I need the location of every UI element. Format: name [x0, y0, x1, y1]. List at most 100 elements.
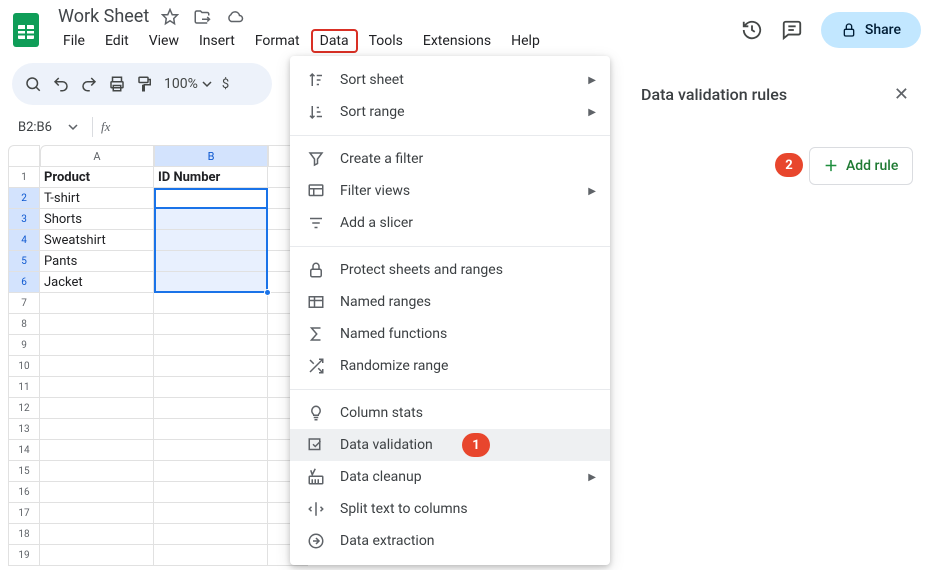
row-header[interactable]: 11 [8, 377, 40, 398]
cell[interactable] [154, 230, 268, 251]
cell[interactable] [154, 188, 268, 209]
menu-create-filter[interactable]: Create a filter [290, 143, 610, 175]
cell[interactable] [154, 524, 268, 545]
cell[interactable] [40, 293, 154, 314]
row-header[interactable]: 15 [8, 461, 40, 482]
menu-view[interactable]: View [140, 29, 188, 53]
cell[interactable] [40, 503, 154, 524]
row-header[interactable]: 5 [8, 251, 40, 272]
menu-help[interactable]: Help [502, 29, 549, 53]
share-button[interactable]: Share [821, 12, 921, 48]
cell[interactable] [154, 272, 268, 293]
menu-data-extraction[interactable]: Data extraction [290, 525, 610, 557]
menu-sort-range[interactable]: Sort range ▶ [290, 96, 610, 128]
close-icon[interactable]: ✕ [894, 84, 909, 105]
cell[interactable] [154, 377, 268, 398]
cell[interactable]: Sweatshirt [40, 230, 154, 251]
cell[interactable] [154, 314, 268, 335]
cell[interactable] [154, 293, 268, 314]
row-header[interactable]: 6 [8, 272, 40, 293]
menu-randomize[interactable]: Randomize range [290, 350, 610, 382]
move-icon[interactable] [193, 8, 211, 26]
col-header-a[interactable]: A [40, 145, 154, 167]
menu-named-ranges[interactable]: Named ranges [290, 286, 610, 318]
cell[interactable]: Product [40, 167, 154, 188]
menu-data-validation[interactable]: Data validation 1 [290, 429, 610, 461]
cell[interactable] [40, 482, 154, 503]
cell[interactable] [40, 419, 154, 440]
row-header[interactable]: 1 [8, 167, 40, 188]
cell[interactable]: Pants [40, 251, 154, 272]
cell[interactable]: Shorts [40, 209, 154, 230]
col-header-b[interactable]: B [154, 145, 268, 167]
cell[interactable] [40, 398, 154, 419]
cell[interactable] [40, 314, 154, 335]
cell[interactable] [40, 524, 154, 545]
cell[interactable] [154, 461, 268, 482]
menu-insert[interactable]: Insert [190, 29, 244, 53]
row-header[interactable]: 16 [8, 482, 40, 503]
menu-data[interactable]: Data [311, 29, 358, 53]
row-header[interactable]: 17 [8, 503, 40, 524]
paint-format-icon[interactable] [136, 75, 154, 93]
doc-title[interactable]: Work Sheet [58, 6, 149, 27]
row-header[interactable]: 7 [8, 293, 40, 314]
add-rule-button[interactable]: ＋ Add rule [809, 147, 913, 185]
menu-column-stats[interactable]: Column stats [290, 397, 610, 429]
cell[interactable]: Jacket [40, 272, 154, 293]
cell[interactable] [154, 440, 268, 461]
menu-named-functions[interactable]: Named functions [290, 318, 610, 350]
history-icon[interactable] [741, 19, 763, 41]
menu-tools[interactable]: Tools [360, 29, 412, 53]
row-header[interactable]: 18 [8, 524, 40, 545]
row-header[interactable]: 8 [8, 314, 40, 335]
redo-icon[interactable] [80, 75, 98, 93]
star-icon[interactable] [161, 8, 179, 26]
cell[interactable] [154, 398, 268, 419]
row-header[interactable]: 9 [8, 335, 40, 356]
cell[interactable]: T-shirt [40, 188, 154, 209]
row-header[interactable]: 2 [8, 188, 40, 209]
cell[interactable] [154, 356, 268, 377]
cell[interactable] [154, 545, 268, 566]
search-menus-icon[interactable] [24, 75, 42, 93]
menu-format[interactable]: Format [246, 29, 309, 53]
menu-add-slicer[interactable]: Add a slicer [290, 207, 610, 239]
row-header[interactable]: 4 [8, 230, 40, 251]
comment-icon[interactable] [781, 19, 803, 41]
row-header[interactable]: 14 [8, 440, 40, 461]
name-box[interactable]: B2:B6 [12, 120, 84, 135]
selection-handle[interactable] [264, 289, 271, 296]
cell[interactable] [154, 335, 268, 356]
cell[interactable] [40, 377, 154, 398]
cell[interactable] [40, 335, 154, 356]
print-icon[interactable] [108, 75, 126, 93]
menu-filter-views[interactable]: Filter views ▶ [290, 175, 610, 207]
row-header[interactable]: 13 [8, 419, 40, 440]
cell[interactable] [40, 440, 154, 461]
menu-split-text[interactable]: Split text to columns [290, 493, 610, 525]
row-header[interactable]: 3 [8, 209, 40, 230]
select-all-corner[interactable] [8, 145, 40, 167]
cell[interactable] [154, 419, 268, 440]
row-header[interactable]: 19 [8, 545, 40, 566]
currency-button[interactable]: $ [222, 77, 229, 92]
sheets-logo[interactable] [10, 10, 42, 50]
row-header[interactable]: 12 [8, 398, 40, 419]
row-header[interactable]: 10 [8, 356, 40, 377]
menu-edit[interactable]: Edit [96, 29, 138, 53]
cell[interactable] [154, 482, 268, 503]
menu-file[interactable]: File [54, 29, 94, 53]
cell[interactable]: ID Number [154, 167, 268, 188]
cell[interactable] [40, 461, 154, 482]
cell[interactable] [40, 545, 154, 566]
menu-protect[interactable]: Protect sheets and ranges [290, 254, 610, 286]
undo-icon[interactable] [52, 75, 70, 93]
cell[interactable] [154, 209, 268, 230]
cell[interactable] [40, 356, 154, 377]
menu-extensions[interactable]: Extensions [414, 29, 500, 53]
cell[interactable] [154, 503, 268, 524]
menu-data-cleanup[interactable]: Data cleanup ▶ [290, 461, 610, 493]
cell[interactable] [154, 251, 268, 272]
zoom-select[interactable]: 100% [164, 76, 212, 92]
